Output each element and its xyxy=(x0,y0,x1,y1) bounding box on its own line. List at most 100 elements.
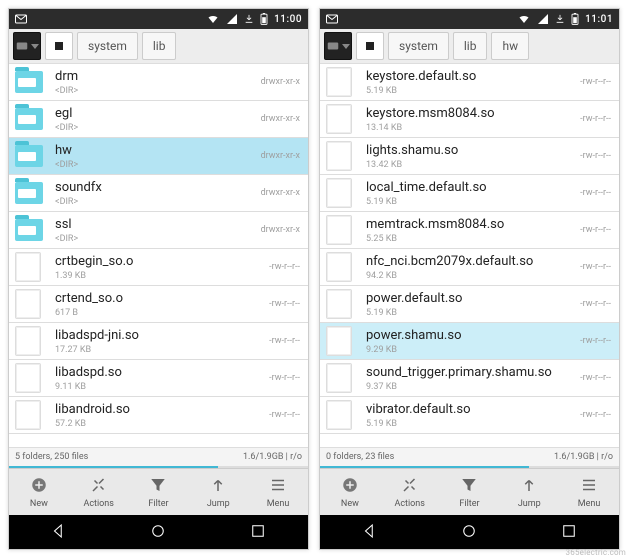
footer-left: 0 folders, 23 files xyxy=(326,452,394,462)
list-item[interactable]: crtbegin_so.o 1.39 KB -rw-r--r-- xyxy=(9,249,308,286)
action-filter[interactable]: Filter xyxy=(440,469,500,515)
file-name: drm xyxy=(55,69,255,84)
list-item[interactable]: local_time.default.so 5.19 KB -rw-r--r-- xyxy=(320,175,619,212)
folder-icon xyxy=(15,215,45,245)
storage-dropdown[interactable] xyxy=(324,32,352,60)
breadcrumb-bar: systemlib xyxy=(9,29,308,64)
list-item[interactable]: libandroid.so 57.2 KB -rw-r--r-- xyxy=(9,397,308,434)
list-item[interactable]: memtrack.msm8084.so 5.25 KB -rw-r--r-- xyxy=(320,212,619,249)
file-list[interactable]: keystore.default.so 5.19 KB -rw-r--r-- k… xyxy=(320,64,619,447)
action-bar: New Actions Filter Jump Menu xyxy=(320,468,619,515)
file-name: power.default.so xyxy=(366,291,574,306)
breadcrumb[interactable]: hw xyxy=(491,32,529,60)
action-label: Jump xyxy=(207,499,230,509)
file-permissions: drwxr-xr-x xyxy=(255,151,300,161)
file-size: 5.19 KB xyxy=(366,419,574,429)
root-button[interactable] xyxy=(45,32,73,60)
breadcrumb[interactable]: lib xyxy=(142,32,177,60)
file-name: crtend_so.o xyxy=(55,291,263,306)
menu-icon xyxy=(269,476,287,497)
file-size: <DIR> xyxy=(55,234,255,244)
back-icon[interactable] xyxy=(361,522,379,543)
breadcrumb[interactable]: system xyxy=(77,32,138,60)
list-item[interactable]: libadspd.so 9.11 KB -rw-r--r-- xyxy=(9,360,308,397)
funnel-icon xyxy=(460,476,478,497)
file-size: 13.14 KB xyxy=(366,123,574,133)
list-item[interactable]: power.shamu.so 9.29 KB -rw-r--r-- xyxy=(320,323,619,360)
list-item[interactable]: crtend_so.o 617 B -rw-r--r-- xyxy=(9,286,308,323)
file-icon xyxy=(326,67,356,97)
file-icon xyxy=(15,252,45,282)
file-name: hw xyxy=(55,143,255,158)
file-permissions: -rw-r--r-- xyxy=(574,77,611,87)
action-jump[interactable]: Jump xyxy=(499,469,559,515)
file-permissions: drwxr-xr-x xyxy=(255,114,300,124)
list-item[interactable]: vibrator.default.so 5.19 KB -rw-r--r-- xyxy=(320,397,619,434)
phone-screen: 11:01 systemlibhw keystore.default.so 5.… xyxy=(319,8,620,550)
file-icon xyxy=(15,400,45,430)
breadcrumb[interactable]: system xyxy=(388,32,449,60)
file-name: keystore.default.so xyxy=(366,69,574,84)
action-jump[interactable]: Jump xyxy=(188,469,248,515)
recents-icon[interactable] xyxy=(249,522,267,543)
list-item[interactable]: soundfx <DIR> drwxr-xr-x xyxy=(9,175,308,212)
file-size: 9.37 KB xyxy=(366,382,574,392)
home-icon[interactable] xyxy=(149,522,167,543)
action-actions[interactable]: Actions xyxy=(69,469,129,515)
file-permissions: -rw-r--r-- xyxy=(263,336,300,346)
action-menu[interactable]: Menu xyxy=(248,469,308,515)
list-item[interactable]: egl <DIR> drwxr-xr-x xyxy=(9,101,308,138)
list-item[interactable]: libadspd-jni.so 17.27 KB -rw-r--r-- xyxy=(9,323,308,360)
file-icon xyxy=(326,289,356,319)
list-item[interactable]: hw <DIR> drwxr-xr-x xyxy=(9,138,308,175)
action-label: Actions xyxy=(394,499,424,509)
file-size: 13.42 KB xyxy=(366,160,574,170)
menu-icon xyxy=(580,476,598,497)
file-size: 5.19 KB xyxy=(366,308,574,318)
folder-icon xyxy=(15,104,45,134)
funnel-icon xyxy=(149,476,167,497)
file-size: <DIR> xyxy=(55,160,255,170)
action-label: Filter xyxy=(459,499,479,509)
file-permissions: -rw-r--r-- xyxy=(574,188,611,198)
file-list[interactable]: drm <DIR> drwxr-xr-x egl <DIR> drwxr-xr-… xyxy=(9,64,308,447)
list-item[interactable]: sound_trigger.primary.shamu.so 9.37 KB -… xyxy=(320,360,619,397)
list-item[interactable]: ssl <DIR> drwxr-xr-x xyxy=(9,212,308,249)
action-new[interactable]: New xyxy=(9,469,69,515)
root-button[interactable] xyxy=(356,32,384,60)
list-item[interactable]: nfc_nci.bcm2079x.default.so 94.2 KB -rw-… xyxy=(320,249,619,286)
action-label: New xyxy=(341,499,359,509)
recents-icon[interactable] xyxy=(560,522,578,543)
file-icon xyxy=(326,178,356,208)
file-size: 57.2 KB xyxy=(55,419,263,429)
file-size: 9.11 KB xyxy=(55,382,263,392)
file-permissions: drwxr-xr-x xyxy=(255,188,300,198)
action-label: Jump xyxy=(518,499,541,509)
file-name: sound_trigger.primary.shamu.so xyxy=(366,365,574,380)
signal-icon xyxy=(537,13,549,25)
back-icon[interactable] xyxy=(50,522,68,543)
file-name: nfc_nci.bcm2079x.default.so xyxy=(366,254,574,269)
file-name: local_time.default.so xyxy=(366,180,574,195)
list-item[interactable]: drm <DIR> drwxr-xr-x xyxy=(9,64,308,101)
action-menu[interactable]: Menu xyxy=(559,469,619,515)
action-label: Menu xyxy=(578,499,601,509)
action-actions[interactable]: Actions xyxy=(380,469,440,515)
file-permissions: -rw-r--r-- xyxy=(263,410,300,420)
file-name: ssl xyxy=(55,217,255,232)
storage-dropdown[interactable] xyxy=(13,32,41,60)
list-item[interactable]: power.default.so 5.19 KB -rw-r--r-- xyxy=(320,286,619,323)
action-bar: New Actions Filter Jump Menu xyxy=(9,468,308,515)
action-filter[interactable]: Filter xyxy=(129,469,189,515)
home-icon[interactable] xyxy=(460,522,478,543)
breadcrumb[interactable]: lib xyxy=(453,32,488,60)
file-permissions: -rw-r--r-- xyxy=(574,410,611,420)
list-item[interactable]: keystore.default.so 5.19 KB -rw-r--r-- xyxy=(320,64,619,101)
file-size: 5.25 KB xyxy=(366,234,574,244)
file-icon xyxy=(326,363,356,393)
file-name: soundfx xyxy=(55,180,255,195)
list-item[interactable]: keystore.msm8084.so 13.14 KB -rw-r--r-- xyxy=(320,101,619,138)
list-item[interactable]: lights.shamu.so 13.42 KB -rw-r--r-- xyxy=(320,138,619,175)
file-size: 617 B xyxy=(55,308,263,318)
action-new[interactable]: New xyxy=(320,469,380,515)
